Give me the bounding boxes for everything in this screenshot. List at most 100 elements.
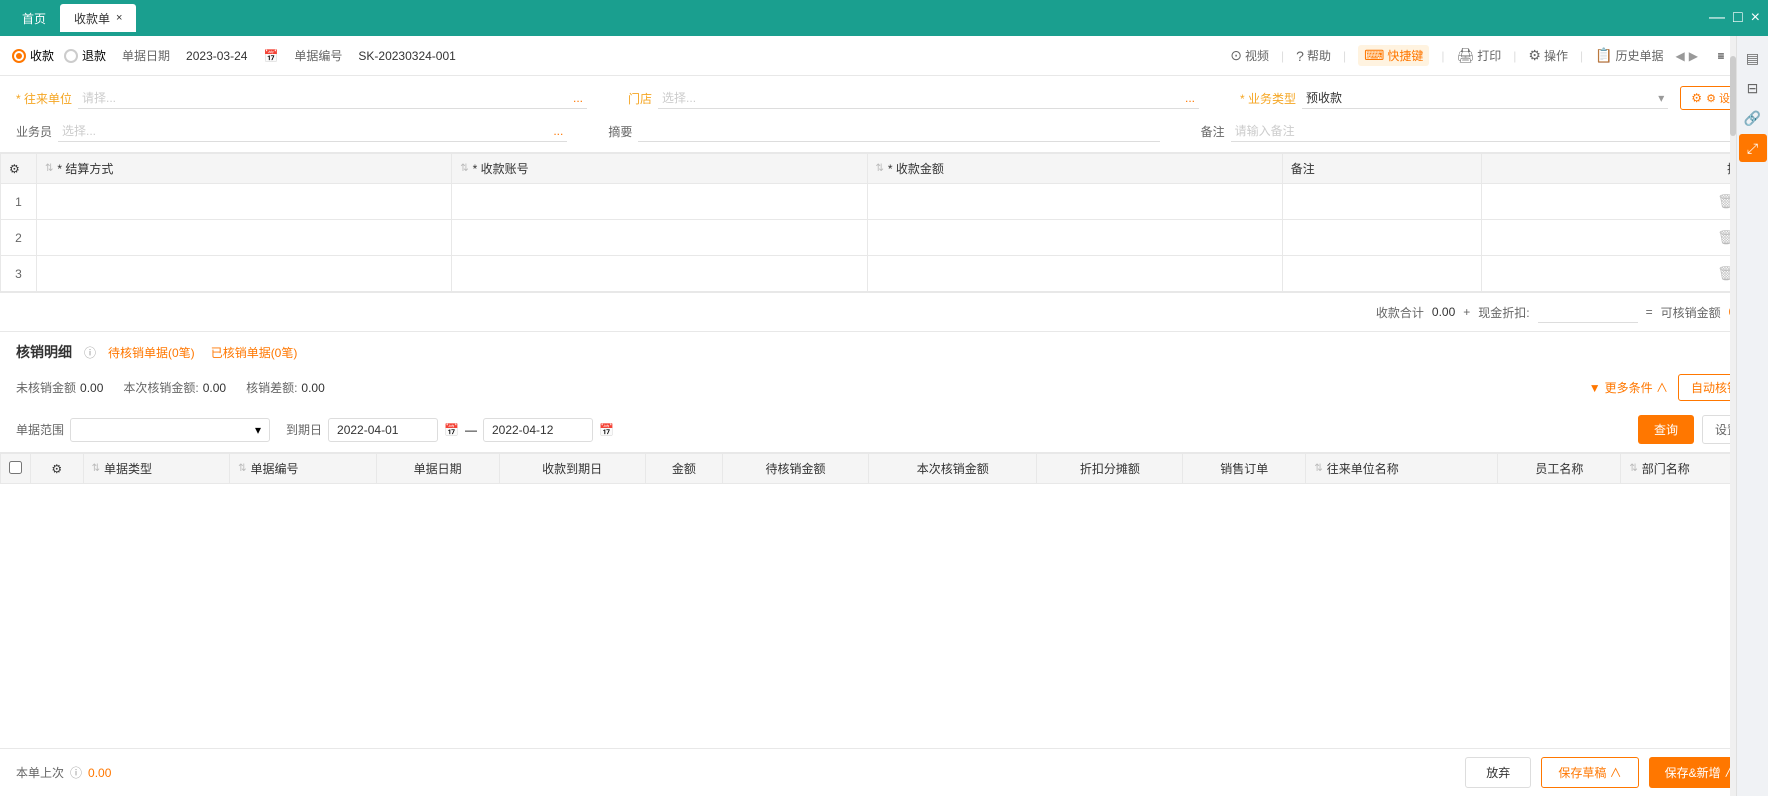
minimize-btn[interactable]: — [1709,9,1725,27]
done-tab[interactable]: 已核销单据(0笔) [211,344,298,361]
prev-arrow[interactable]: ◀ [1676,49,1685,63]
total-value: 0.00 [1432,305,1455,319]
radio-refund[interactable]: 退款 [64,47,106,64]
summary-row: 收款合计 0.00 + 现金折扣: = 可核销金额 0.00 [0,293,1768,332]
filter-row: 单据范围 ▾ 到期日 2022-04-01 📅 — 2022-04-12 📅 查… [0,407,1768,453]
window-close-btn[interactable]: × [1751,9,1760,27]
more-conditions-btn[interactable]: ▼ 更多条件 ∧ [1589,379,1668,396]
tab-bar: 首页 收款单 × — □ × [0,0,1768,36]
footer-info-icon[interactable]: ⓘ [70,764,82,781]
date-from-icon[interactable]: 📅 [444,423,459,437]
summary-label: 摘要 [608,123,632,140]
th-due: 收款到期日 [499,454,645,484]
save-draft-btn[interactable]: 保存草稿 ∧ [1541,757,1638,788]
number-value: SK-20230324-001 [358,49,455,63]
date-from-input[interactable]: 2022-04-01 [328,418,438,442]
pending-tab[interactable]: 待核销单据(0笔) [108,344,195,361]
th-counterpart: ⇅往来单位名称 [1306,454,1498,484]
remark-input[interactable]: 请输入备注 [1231,120,1752,142]
summary-input[interactable] [638,120,1159,142]
radio-receipt-dot [12,49,26,63]
date-to-input[interactable]: 2022-04-12 [483,418,593,442]
sidebar-expand-icon[interactable]: ⤢ [1739,134,1767,162]
verification-info-icon[interactable]: ⓘ [84,344,96,361]
table-row: 3 🗑 ⧉ [1,256,1768,292]
cell-account-2[interactable] [452,220,867,256]
cell-settlement-1[interactable] [37,184,452,220]
current-stat: 本次核销金额: 0.00 [123,379,226,396]
staff-input[interactable]: 选择... ... [58,120,567,142]
radio-refund-dot [64,49,78,63]
tab-receipts[interactable]: 收款单 × [60,4,136,32]
date-to-icon[interactable]: 📅 [599,423,614,437]
counterpart-input[interactable]: 请择... ... [78,87,587,109]
cell-amount-1[interactable] [867,184,1282,220]
cell-remark-2[interactable] [1282,220,1481,256]
discount-input[interactable] [1538,301,1638,323]
filter-icon: ▼ [1589,381,1601,395]
th-amount: ⇅* 收款金额 [867,154,1282,184]
counterpart-more[interactable]: ... [573,91,583,105]
store-input[interactable]: 选择... ... [658,87,1199,109]
range-dropdown-icon: ▾ [255,423,261,437]
biztype-input[interactable]: 预收款 ▾ [1302,87,1668,109]
table-col-settings[interactable]: ⚙ [1,154,37,184]
due-date-field: 到期日 2022-04-01 📅 — 2022-04-12 📅 [286,418,614,442]
range-select[interactable]: ▾ [70,418,270,442]
history-btn[interactable]: 📋历史单据 [1595,47,1663,64]
receipt-table-section: ⚙ ⇅* 结算方式 ⇅* 收款账号 ⇅* 收款金额 备注 操作 1 [0,153,1768,293]
help-btn[interactable]: ?帮助 [1296,47,1331,64]
shortcut-btn[interactable]: ⌨快捷键 [1358,45,1429,66]
th-date: 单据日期 [376,454,499,484]
cell-settlement-3[interactable] [37,256,452,292]
operation-btn[interactable]: ⚙操作 [1528,47,1568,64]
verification-title: 核销明细 [16,342,72,362]
print-btn[interactable]: 🖨打印 [1456,47,1501,64]
radio-receipt[interactable]: 收款 [12,47,54,64]
sidebar-table-icon[interactable]: ▤ [1739,44,1767,72]
cell-amount-2[interactable] [867,220,1282,256]
sidebar-link-icon[interactable]: 🔗 [1739,104,1767,132]
cell-settlement-2[interactable] [37,220,452,256]
tab-close-icon[interactable]: × [116,12,122,24]
layout-list-icon[interactable]: ≡ [1710,45,1732,67]
biztype-dropdown-icon[interactable]: ▾ [1658,91,1664,105]
th-type: ⇅单据类型 [83,454,230,484]
sidebar-mail-icon[interactable]: ⊟ [1739,74,1767,102]
window-controls: — □ × [1709,9,1760,27]
form-area: * 往来单位 请择... ... 门店 选择... ... * 业务类型 预收款 [0,76,1768,153]
discard-btn[interactable]: 放弃 [1465,757,1531,788]
toolbar: 收款 退款 单据日期 2023-03-24 📅 单据编号 SK-20230324… [0,36,1768,76]
th-pending: 待核销金额 [723,454,869,484]
range-field: 单据范围 ▾ [16,418,270,442]
staff-more[interactable]: ... [553,124,563,138]
th-action: 操作 [1482,154,1768,184]
counterpart-field: * 往来单位 请择... ... [16,87,587,109]
query-btn[interactable]: 查询 [1638,415,1694,444]
th-account: ⇅* 收款账号 [452,154,867,184]
cell-amount-3[interactable] [867,256,1282,292]
scroll-thumb[interactable] [1730,56,1736,136]
date-calendar-icon[interactable]: 📅 [263,49,278,63]
cell-remark-3[interactable] [1282,256,1481,292]
cell-account-1[interactable] [452,184,867,220]
staff-label: 业务员 [16,123,52,140]
video-btn[interactable]: ⊙视频 [1230,47,1269,64]
biztype-field: * 业务类型 预收款 ▾ [1240,87,1668,109]
cell-remark-1[interactable] [1282,184,1481,220]
maximize-btn[interactable]: □ [1733,9,1743,27]
right-sidebar: ▤ ⊟ 🔗 ⤢ [1736,36,1768,796]
verification-tabs: 待核销单据(0笔) 已核销单据(0笔) [108,344,297,361]
staff-field: 业务员 选择... ... [16,120,567,142]
th-settlement: ⇅* 结算方式 [37,154,452,184]
next-arrow[interactable]: ▶ [1689,49,1698,63]
select-all-checkbox[interactable] [9,461,22,474]
store-more[interactable]: ... [1185,91,1195,105]
scrollbar[interactable] [1730,36,1736,796]
bottom-table-wrap: ⚙ ⇅单据类型 ⇅单据编号 单据日期 收款到期日 金额 待核销金额 本次核销金额… [0,453,1768,748]
th-staff: 员工名称 [1498,454,1621,484]
table-row: 2 🗑 ⧉ [1,220,1768,256]
tab-home[interactable]: 首页 [8,4,60,32]
th-settings[interactable]: ⚙ [31,454,84,484]
cell-account-3[interactable] [452,256,867,292]
